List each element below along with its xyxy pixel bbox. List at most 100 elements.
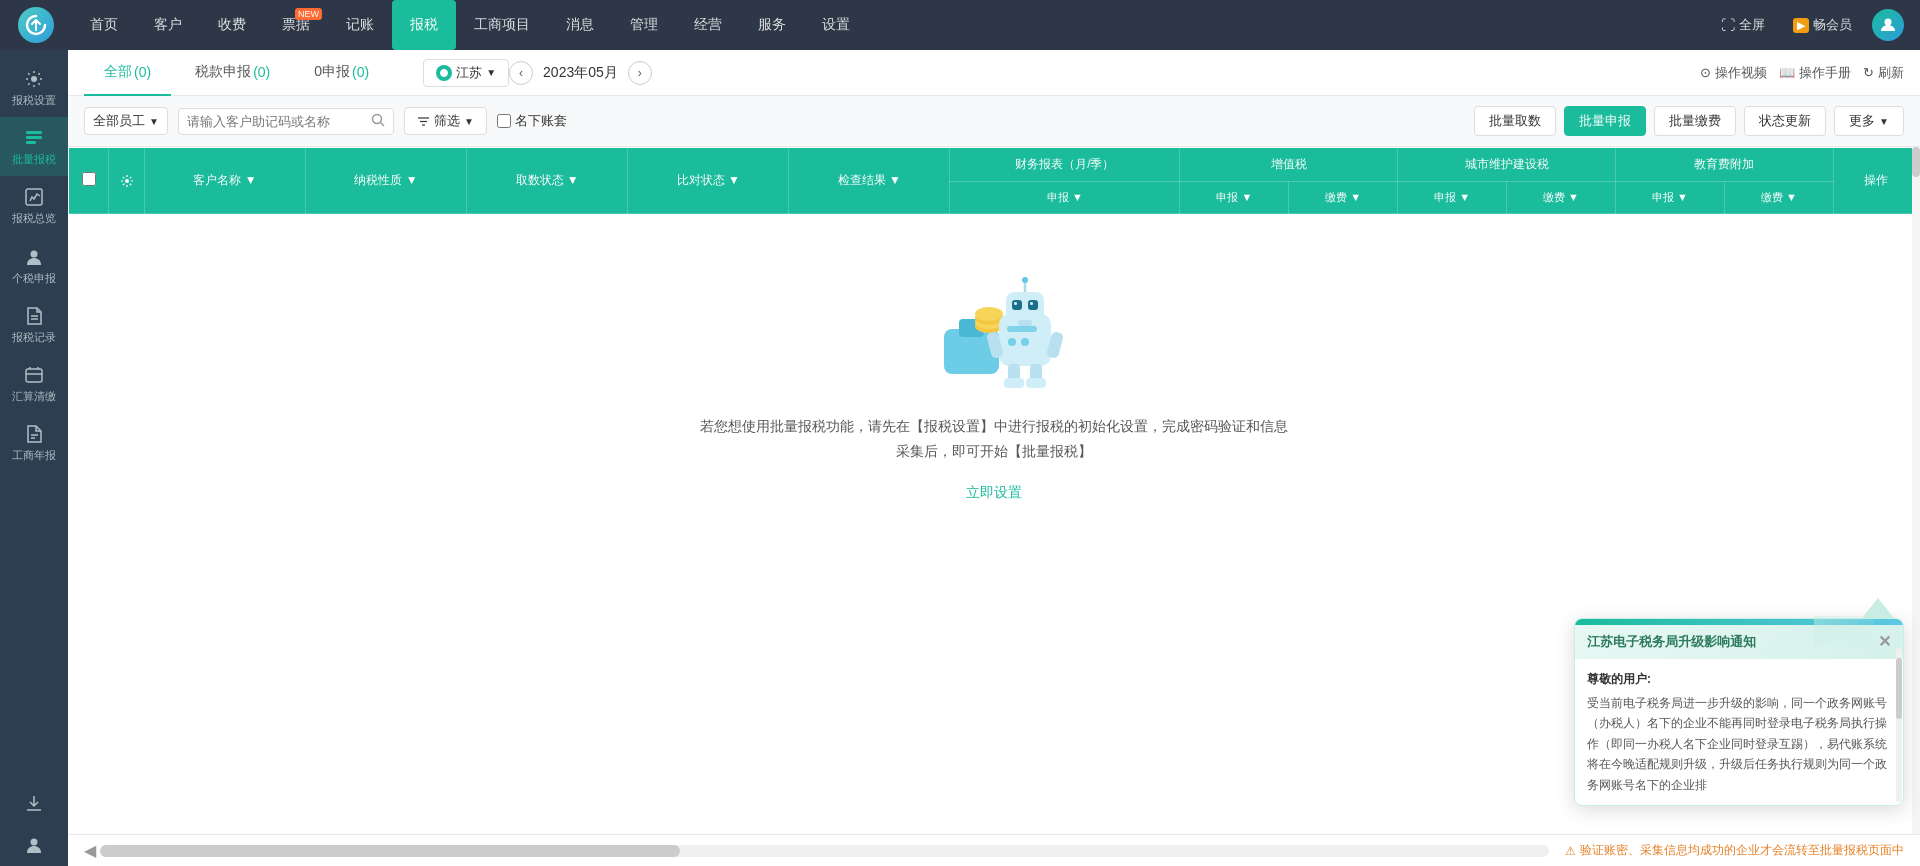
svg-point-40 bbox=[1021, 338, 1029, 346]
svg-rect-31 bbox=[1012, 300, 1022, 310]
nav-manage[interactable]: 管理 bbox=[612, 0, 676, 50]
tax-overview-icon bbox=[23, 186, 45, 208]
sidebar-item-annual-report[interactable]: 工商年报 bbox=[0, 413, 68, 472]
scrollbar-thumb[interactable] bbox=[1912, 147, 1920, 177]
refresh-button[interactable]: ↻ 刷新 bbox=[1863, 64, 1904, 82]
filter-button[interactable]: 筛选 ▼ bbox=[404, 107, 487, 135]
svg-rect-34 bbox=[1030, 302, 1033, 305]
svg-rect-38 bbox=[1007, 326, 1037, 332]
sidebar-item-tax-settings[interactable]: 报税设置 bbox=[0, 58, 68, 117]
svg-rect-37 bbox=[1018, 320, 1032, 326]
member-button[interactable]: ▶ 畅会员 bbox=[1785, 12, 1860, 38]
horizontal-scrollbar[interactable] bbox=[100, 845, 1549, 857]
nav-home[interactable]: 首页 bbox=[72, 0, 136, 50]
vertical-scrollbar[interactable] bbox=[1912, 147, 1920, 834]
refresh-icon: ↻ bbox=[1863, 65, 1874, 80]
filter-label: 筛选 bbox=[434, 112, 460, 130]
table-settings-icon[interactable] bbox=[119, 174, 134, 188]
popup-decoration bbox=[1862, 598, 1894, 618]
svg-point-16 bbox=[31, 839, 38, 846]
nav-settings[interactable]: 设置 bbox=[804, 0, 868, 50]
manual-icon: 📖 bbox=[1779, 65, 1795, 80]
col-vat-pay: 缴费 ▼ bbox=[1289, 182, 1398, 214]
nav-billing[interactable]: 收费 bbox=[200, 0, 264, 50]
nav-business[interactable]: 工商项目 bbox=[456, 0, 548, 50]
user-avatar[interactable] bbox=[1872, 9, 1904, 41]
more-button[interactable]: 更多 ▼ bbox=[1834, 106, 1904, 136]
nav-message[interactable]: 消息 bbox=[548, 0, 612, 50]
chevron-down-icon: ▼ bbox=[486, 67, 496, 78]
svg-point-17 bbox=[372, 114, 381, 123]
batch-fetch-button[interactable]: 批量取数 bbox=[1474, 106, 1556, 136]
fullscreen-button[interactable]: ⛶ 全屏 bbox=[1713, 12, 1773, 38]
sidebar-item-tax-records[interactable]: 报税记录 bbox=[0, 295, 68, 354]
search-input[interactable] bbox=[187, 114, 367, 129]
nav-customer[interactable]: 客户 bbox=[136, 0, 200, 50]
col-compare-status: 比对状态 ▼ bbox=[628, 148, 789, 214]
toolbar-right-actions: 批量取数 批量申报 批量缴费 状态更新 更多 ▼ bbox=[1474, 106, 1904, 136]
col-customer-name: 客户名称 ▼ bbox=[145, 148, 306, 214]
setup-link[interactable]: 立即设置 bbox=[966, 484, 1022, 502]
prev-month-button[interactable]: ‹ bbox=[509, 61, 533, 85]
tab-tax-declare[interactable]: 税款申报 (0) bbox=[175, 50, 290, 96]
tax-settings-icon bbox=[23, 68, 45, 90]
svg-rect-33 bbox=[1014, 302, 1017, 305]
date-navigation: ‹ 2023年05月 › bbox=[509, 61, 652, 85]
col-urban-tax: 城市维护建设税 bbox=[1398, 148, 1616, 182]
col-urban-declare: 申报 ▼ bbox=[1398, 182, 1507, 214]
app-logo[interactable] bbox=[16, 5, 56, 45]
notification-scrollbar[interactable] bbox=[1896, 648, 1902, 802]
scroll-left-btn[interactable]: ◀ bbox=[84, 841, 92, 860]
nav-invoice[interactable]: 票据 NEW bbox=[264, 0, 328, 50]
nav-right-actions: ⛶ 全屏 ▶ 畅会员 bbox=[1713, 9, 1904, 41]
batch-tax-icon bbox=[23, 127, 45, 149]
sub-tabs-bar: 全部 (0) 税款申报 (0) 0申报 (0) 江苏 ▼ bbox=[68, 50, 1920, 96]
sidebar-item-batch-tax[interactable]: 批量报税 bbox=[0, 117, 68, 176]
sub-account-checkbox-label[interactable]: 名下账套 bbox=[497, 112, 567, 130]
svg-point-39 bbox=[1008, 338, 1016, 346]
svg-rect-5 bbox=[26, 189, 42, 205]
status-update-button[interactable]: 状态更新 bbox=[1744, 106, 1826, 136]
sidebar-item-download[interactable] bbox=[0, 782, 68, 824]
select-all-checkbox[interactable] bbox=[82, 172, 96, 186]
horizontal-scroll-thumb[interactable] bbox=[100, 845, 680, 857]
svg-point-22 bbox=[125, 179, 129, 183]
empty-state: 若您想使用批量报税功能，请先在【报税设置】中进行报税的初始化设置，完成密码验证和… bbox=[69, 214, 1920, 562]
sidebar-item-tax-overview[interactable]: 报税总览 bbox=[0, 176, 68, 235]
notification-close-button[interactable]: ✕ bbox=[1878, 634, 1891, 650]
batch-pay-button[interactable]: 批量缴费 bbox=[1654, 106, 1736, 136]
nav-accounting[interactable]: 记账 bbox=[328, 0, 392, 50]
next-month-button[interactable]: › bbox=[628, 61, 652, 85]
nav-operation[interactable]: 经营 bbox=[676, 0, 740, 50]
svg-point-6 bbox=[31, 250, 38, 257]
warning-icon: ⚠ bbox=[1565, 844, 1576, 858]
notification-header: 江苏电子税务局升级影响通知 ✕ bbox=[1575, 625, 1903, 659]
sidebar-item-clearing[interactable]: 汇算清缴 bbox=[0, 354, 68, 413]
svg-rect-44 bbox=[1026, 378, 1046, 388]
sidebar-item-personal-tax[interactable]: 个税申报 bbox=[0, 236, 68, 295]
logo-icon bbox=[18, 7, 54, 43]
bottom-bar: ◀ ⚠ 验证账密、采集信息均成功的企业才会流转至批量报税页面中 bbox=[68, 834, 1920, 866]
nav-tax[interactable]: 报税 bbox=[392, 0, 456, 50]
notification-scroll-thumb[interactable] bbox=[1896, 658, 1902, 720]
operation-manual-button[interactable]: 📖 操作手册 bbox=[1779, 64, 1851, 82]
operation-video-button[interactable]: ⊙ 操作视频 bbox=[1700, 64, 1767, 82]
svg-rect-30 bbox=[1006, 292, 1044, 322]
col-vat: 增值税 bbox=[1180, 148, 1398, 182]
sidebar-item-user[interactable] bbox=[0, 824, 68, 866]
svg-rect-3 bbox=[26, 136, 42, 139]
search-icon[interactable] bbox=[371, 113, 385, 130]
nav-service[interactable]: 服务 bbox=[740, 0, 804, 50]
svg-rect-9 bbox=[26, 369, 42, 382]
employee-selector[interactable]: 全部员工 ▼ bbox=[84, 107, 168, 135]
tax-records-icon bbox=[23, 305, 45, 327]
tab-all[interactable]: 全部 (0) bbox=[84, 50, 171, 96]
province-selector[interactable]: 江苏 ▼ bbox=[423, 59, 509, 87]
sub-account-checkbox[interactable] bbox=[497, 114, 511, 128]
toolbar: 全部员工 ▼ 筛选 ▼ bbox=[68, 96, 1920, 147]
tab-zero-declare[interactable]: 0申报 (0) bbox=[294, 50, 389, 96]
batch-declare-button[interactable]: 批量申报 bbox=[1564, 106, 1646, 136]
data-table: 客户名称 ▼ 纳税性质 ▼ 取数状态 ▼ 比对状态 ▼ 检查结果 ▼ 财务报表（… bbox=[68, 147, 1920, 562]
annual-report-icon bbox=[23, 423, 45, 445]
col-tax-type: 纳税性质 ▼ bbox=[306, 148, 467, 214]
